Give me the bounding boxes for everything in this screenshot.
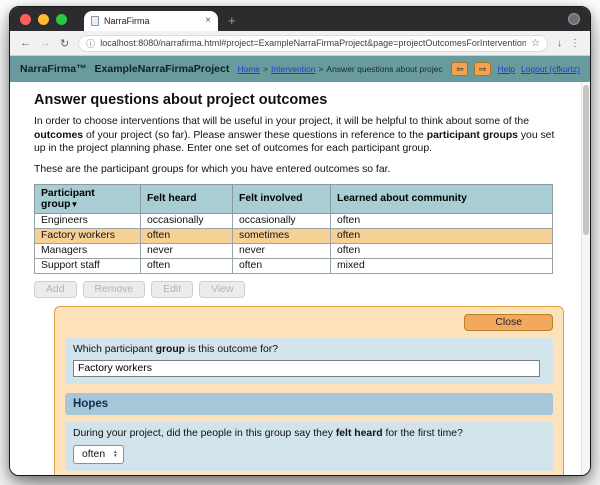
table-row[interactable]: Engineers occasionally occasionally ofte… (34, 212, 553, 229)
url-text: localhost:8080/narrafirma.html#project=E… (100, 38, 527, 48)
breadcrumb-separator: > (318, 64, 324, 74)
address-bar-actions: ↓ ⋮ (557, 38, 580, 49)
breadcrumb-intervention-link[interactable]: Intervention (271, 64, 315, 74)
remove-button[interactable]: Remove (82, 280, 146, 298)
back-icon[interactable]: ← (20, 37, 31, 49)
edit-button[interactable]: Edit (151, 280, 194, 298)
cell-learned: mixed (330, 257, 553, 274)
felt-heard-question: During your project, did the people in t… (65, 421, 553, 471)
hopes-section-header: Hopes (65, 392, 553, 415)
cell-learned: often (330, 212, 553, 229)
select-stepper-icon: ▲ ▼ (113, 448, 118, 459)
help-link[interactable]: Help (497, 64, 514, 74)
close-window-button[interactable] (20, 14, 31, 25)
tab-strip: NarraFirma × + (10, 7, 590, 31)
cell-learned: often (330, 227, 553, 244)
tab-favicon-icon (91, 16, 99, 26)
close-panel-button[interactable]: Close (464, 313, 553, 331)
cell-group: Factory workers (34, 227, 141, 244)
cell-learned: often (330, 242, 553, 259)
felt-heard-value: often (82, 448, 106, 460)
view-button[interactable]: View (199, 280, 246, 298)
cell-felt-involved: sometimes (232, 227, 331, 244)
sort-descending-icon: ▼ (70, 199, 79, 209)
table-header-row: Participant group▼ Felt heard Felt invol… (34, 183, 553, 214)
next-page-button[interactable]: ⇨ (474, 62, 492, 76)
site-info-icon[interactable]: ⓘ (86, 37, 95, 50)
participant-group-input[interactable] (73, 359, 541, 377)
felt-heard-select[interactable]: often ▲ ▼ (73, 444, 124, 464)
logout-link[interactable]: Logout (cfkurtz) (521, 64, 580, 74)
project-name: ExampleNarraFirmaProject (94, 63, 230, 75)
cell-felt-heard: often (140, 257, 233, 274)
participant-group-question: Which participant group is this outcome … (65, 337, 553, 384)
cell-felt-heard: occasionally (140, 212, 233, 229)
cell-felt-involved: never (232, 242, 331, 259)
table-actions: Add Remove Edit View (34, 280, 564, 298)
subtitle-paragraph: These are the participant groups for whi… (34, 164, 391, 176)
header-controls: ⇦ ⇨ Help Logout (cfkurtz) (451, 62, 580, 76)
breadcrumb-separator: > (263, 64, 269, 74)
tab-close-icon[interactable]: × (205, 16, 211, 26)
column-header-participant-group[interactable]: Participant group▼ (34, 183, 141, 214)
cell-felt-involved: often (232, 257, 331, 274)
table-row[interactable]: Support staff often often mixed (34, 257, 553, 274)
window-controls (20, 14, 67, 25)
intro-paragraph: In order to choose interventions that wi… (34, 116, 555, 155)
cell-felt-involved: occasionally (232, 212, 331, 229)
cell-group: Managers (34, 242, 141, 259)
reload-icon[interactable]: ↻ (60, 37, 69, 50)
participant-groups-table: Participant group▼ Felt heard Felt invol… (34, 183, 553, 274)
minimize-window-button[interactable] (38, 14, 49, 25)
browser-tab[interactable]: NarraFirma × (84, 11, 218, 31)
previous-page-button[interactable]: ⇦ (451, 62, 469, 76)
profile-avatar[interactable] (568, 13, 580, 25)
cell-group: Engineers (34, 212, 141, 229)
app-header: NarraFirma™ ExampleNarraFirmaProject Hom… (10, 56, 590, 82)
zoom-window-button[interactable] (56, 14, 67, 25)
app-brand: NarraFirma™ (20, 63, 87, 75)
column-header-learned[interactable]: Learned about community (330, 183, 553, 214)
page-title: Answer questions about project outcomes (34, 92, 328, 108)
url-field[interactable]: ⓘ localhost:8080/narrafirma.html#project… (78, 34, 548, 52)
column-header-felt-heard[interactable]: Felt heard (140, 183, 233, 214)
outcome-editor-panel: Close Which participant group is this ou… (54, 305, 564, 475)
cell-felt-heard: never (140, 242, 233, 259)
table-row[interactable]: Managers never never often (34, 242, 553, 259)
breadcrumb-current: Answer questions about project outcomes (326, 64, 444, 74)
address-bar: ← → ↻ ⓘ localhost:8080/narrafirma.html#p… (10, 31, 590, 56)
cell-group: Support staff (34, 257, 141, 274)
scrollbar-thumb[interactable] (583, 85, 589, 235)
forward-icon[interactable]: → (40, 37, 51, 49)
column-header-felt-involved[interactable]: Felt involved (232, 183, 331, 214)
vertical-scrollbar[interactable] (581, 82, 590, 475)
new-tab-button[interactable]: + (228, 13, 236, 28)
table-row-selected[interactable]: Factory workers often sometimes often (34, 227, 553, 244)
breadcrumb-home-link[interactable]: Home (237, 64, 260, 74)
tab-title: NarraFirma (104, 16, 150, 26)
cell-felt-heard: often (140, 227, 233, 244)
overflow-menu-icon[interactable]: ⋮ (570, 38, 580, 49)
page-content: Answer questions about project outcomes … (10, 82, 590, 475)
bookmark-star-icon[interactable]: ☆ (531, 38, 540, 49)
browser-window: NarraFirma × + ← → ↻ ⓘ localhost:8080/na… (9, 6, 591, 476)
breadcrumb: Home > Intervention > Answer questions about… (237, 64, 443, 74)
add-button[interactable]: Add (34, 280, 77, 298)
downloads-icon[interactable]: ↓ (557, 38, 562, 49)
